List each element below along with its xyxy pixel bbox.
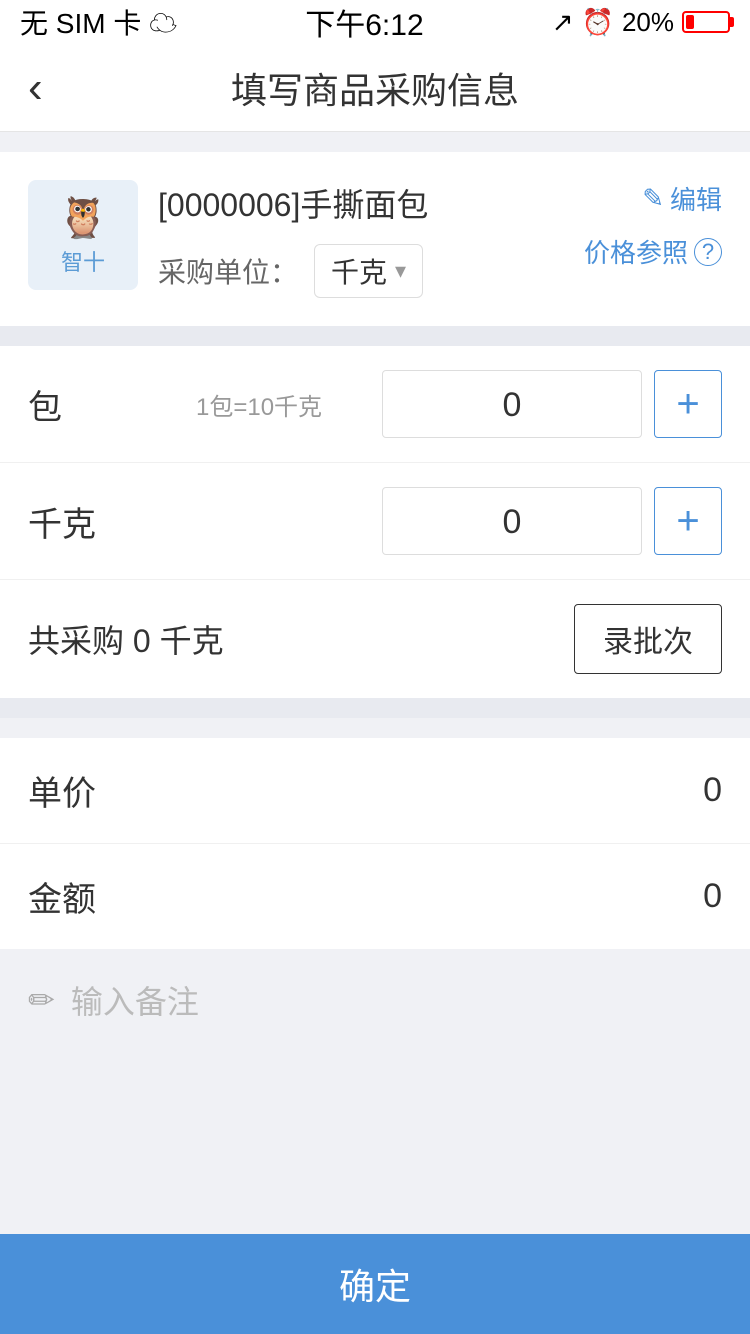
bao-input-row: 包 1包=10千克 0 + <box>0 346 750 463</box>
help-icon: ? <box>694 238 722 266</box>
price-reference-button[interactable]: 价格参照 ? <box>584 233 722 270</box>
bao-input[interactable]: 0 <box>382 370 642 438</box>
back-button[interactable]: ‹ <box>28 63 43 113</box>
bao-plus-button[interactable]: + <box>654 370 722 438</box>
unit-value: 千克 <box>331 251 387 291</box>
product-thumbnail: 🦉 智十 <box>28 180 138 290</box>
status-right: ↗ ⏰ 20% <box>552 7 730 38</box>
unit-label: 采购单位： <box>158 251 298 291</box>
thumb-label: 智十 <box>61 245 105 277</box>
price-ref-label: 价格参照 <box>584 233 688 270</box>
section-divider-1 <box>0 326 750 346</box>
total-row: 共采购 0 千克 录批次 <box>0 580 750 698</box>
edit-button[interactable]: ✎ 编辑 <box>642 180 722 217</box>
unit-dropdown-arrow: ▾ <box>395 258 406 284</box>
product-actions: ✎ 编辑 价格参照 ? <box>584 180 722 270</box>
remark-section[interactable]: ✏ 输入备注 <box>0 949 750 1051</box>
kilogram-plus-button[interactable]: + <box>654 487 722 555</box>
pencil-icon: ✏ <box>28 981 55 1019</box>
product-card: 🦉 智十 [0000006]手撕面包 采购单位： 千克 ▾ ✎ 编辑 价格参照 … <box>0 152 750 326</box>
sim-status: 无 SIM 卡 ☁ <box>20 2 177 42</box>
confirm-label: 确定 <box>339 1258 411 1310</box>
bao-sublabel: 1包=10千克 <box>196 387 322 422</box>
input-section: 包 1包=10千克 0 + 千克 0 + <box>0 346 750 580</box>
bao-label: 包 <box>28 380 188 429</box>
confirm-bar[interactable]: 确定 <box>0 1234 750 1334</box>
kilogram-input-row: 千克 0 + <box>0 463 750 580</box>
section-divider-2 <box>0 698 750 718</box>
product-info: [0000006]手撕面包 采购单位： 千克 ▾ <box>158 180 564 298</box>
unit-select[interactable]: 千克 ▾ <box>314 244 423 298</box>
price-row: 单价 0 <box>0 738 750 844</box>
page-title: 填写商品采购信息 <box>231 62 519 114</box>
edit-icon: ✎ <box>642 183 664 214</box>
status-bar: 无 SIM 卡 ☁ 下午6:12 ↗ ⏰ 20% <box>0 0 750 44</box>
total-label: 共采购 0 千克 <box>28 616 574 662</box>
amount-label: 金额 <box>28 872 703 921</box>
edit-label: 编辑 <box>670 180 722 217</box>
kilogram-label: 千克 <box>28 497 188 546</box>
record-batch-button[interactable]: 录批次 <box>574 604 722 674</box>
location-icon: ↗ <box>552 7 574 38</box>
product-unit-row: 采购单位： 千克 ▾ <box>158 244 564 298</box>
nav-bar: ‹ 填写商品采购信息 <box>0 44 750 132</box>
price-label: 单价 <box>28 766 703 815</box>
alarm-icon: ⏰ <box>582 7 614 38</box>
remark-placeholder: 输入备注 <box>71 977 199 1023</box>
kilogram-input[interactable]: 0 <box>382 487 642 555</box>
price-value: 0 <box>703 771 722 810</box>
time-display: 下午6:12 <box>305 0 423 44</box>
product-name: [0000006]手撕面包 <box>158 180 564 226</box>
owl-icon: 🦉 <box>58 194 108 241</box>
battery-icon <box>682 11 730 33</box>
status-left: 无 SIM 卡 ☁ <box>20 2 177 42</box>
amount-value: 0 <box>703 877 722 916</box>
battery-percent: 20% <box>622 7 674 38</box>
amount-row: 金额 0 <box>0 844 750 949</box>
price-amount-section: 单价 0 金额 0 <box>0 738 750 949</box>
